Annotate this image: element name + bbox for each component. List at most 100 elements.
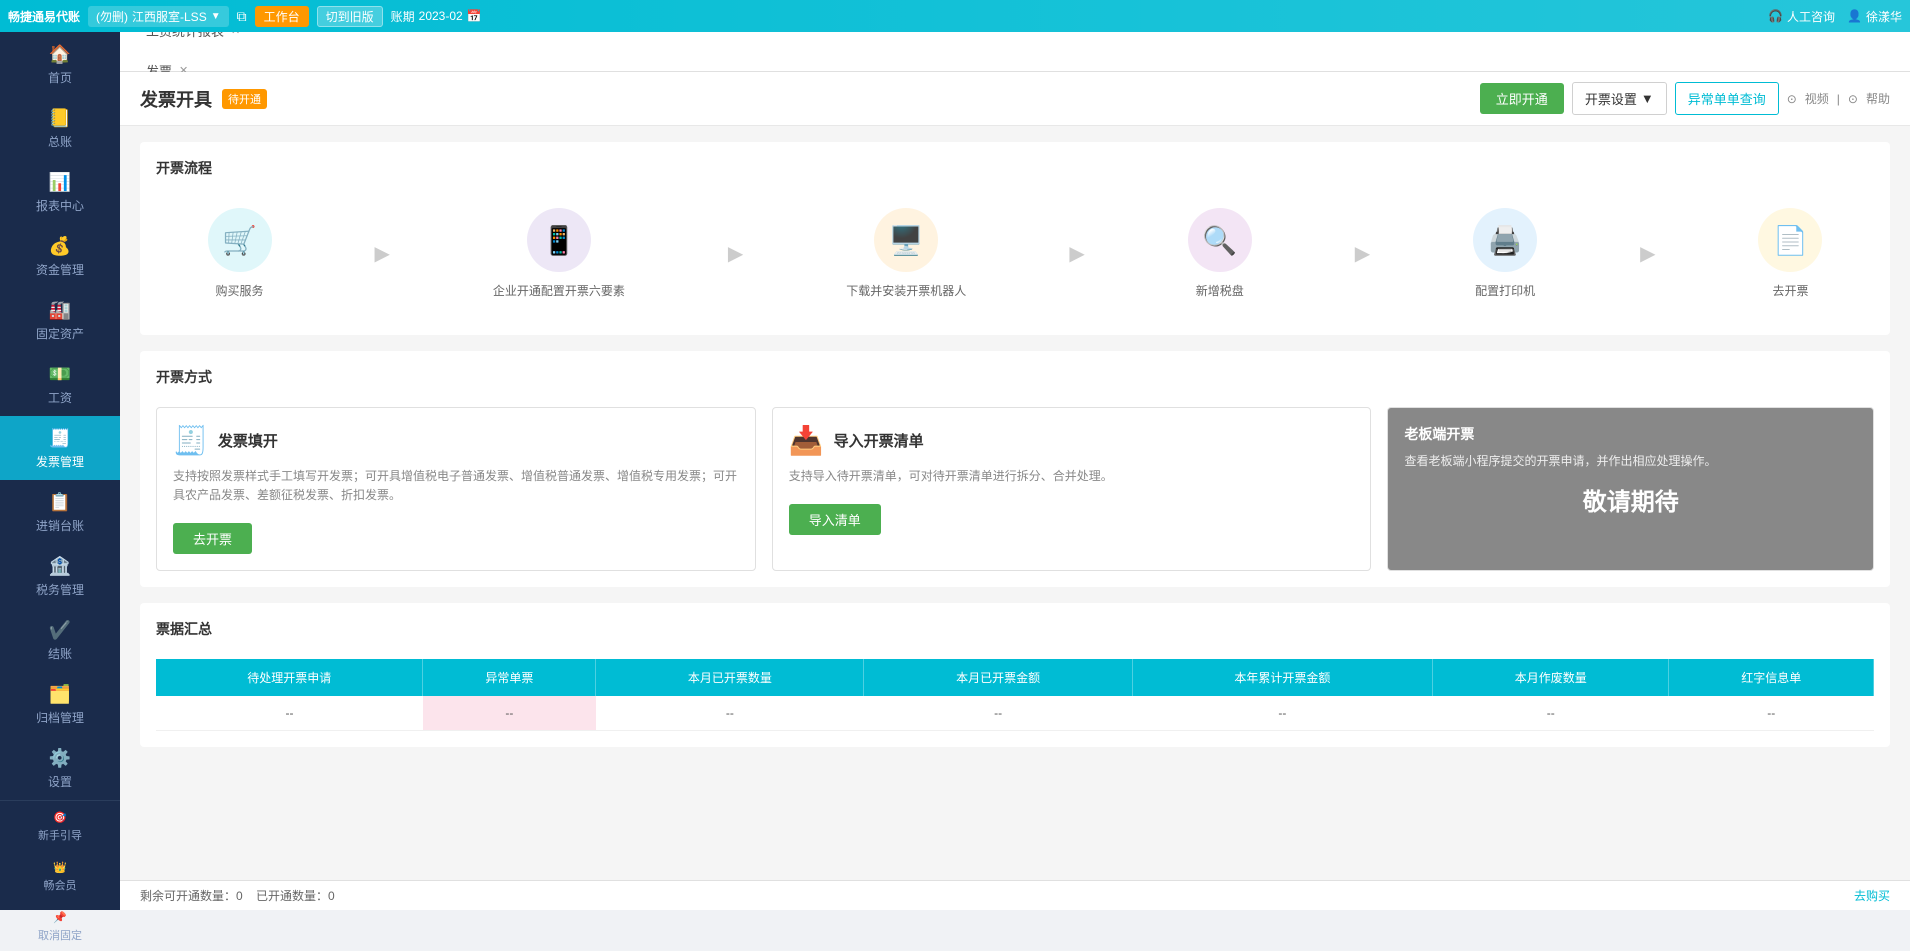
sidebar-item-purchase[interactable]: 📋进销台账 — [0, 480, 120, 544]
old-card-desc: 查看老板端小程序提交的开票申请，并作出相应处理操作。 — [1404, 452, 1857, 470]
tab-salary-report[interactable]: 工资统计报表 ✕ — [132, 32, 254, 52]
purchase-icon: 📋 — [49, 492, 71, 513]
sidebar-item-salary[interactable]: 💵工资 — [0, 352, 120, 416]
header-extras: ⊙ 视频 | ⊙ 帮助 — [1787, 90, 1890, 107]
user-menu[interactable]: 👤 徐漾华 — [1847, 8, 1902, 25]
sidebar-item-assets[interactable]: 🏭固定资产 — [0, 288, 120, 352]
help-icon[interactable]: ⊙ — [1848, 92, 1858, 106]
step-icon-config: 📱 — [527, 208, 591, 272]
archive-icon: 🗂️ — [49, 684, 71, 705]
sidebar-item-reports[interactable]: 📊报表中心 — [0, 160, 120, 224]
billing-section: 开票方式 🧾 发票填开 支持按照发票样式手工填写开发票；可开具增值税电子普通发票… — [140, 351, 1890, 587]
pin-toggle[interactable]: 📌 取消固定 — [0, 901, 120, 951]
sidebar-items: 🏠首页📒总账📊报表中心💰资金管理🏭固定资产💵工资🧾发票管理📋进销台账🏦税务管理✔… — [0, 32, 120, 800]
step-label-download: 下载并安装开票机器人 — [846, 282, 966, 299]
page-title: 发票开具 — [140, 86, 212, 112]
tab-close-salary-report[interactable]: ✕ — [231, 32, 240, 37]
process-section: 开票流程 🛒 购买服务 ▶ 📱 企业开通配置开票六要素 ▶ 🖥️ 下载并安装开票… — [140, 142, 1890, 335]
stats-section: 票据汇总 待处理开票申请异常单票本月已开票数量本月已开票金额本年累计开票金额本月… — [140, 603, 1890, 747]
stats-header-0: 待处理开票申请 — [156, 659, 423, 696]
ledger-icon: 📒 — [49, 108, 71, 129]
sidebar-item-ledger[interactable]: 📒 总账 — [0, 96, 120, 160]
invoice-mgmt-icon: 🧾 — [49, 428, 71, 449]
video-icon[interactable]: ⊙ — [1787, 92, 1797, 106]
page-title-row: 发票开具 待开通 — [140, 86, 267, 112]
sidebar-item-vip[interactable]: 👑 畅会员 — [0, 851, 120, 901]
sidebar-item-invoice-mgmt[interactable]: 🧾发票管理 — [0, 416, 120, 480]
manual-open-button[interactable]: 去开票 — [173, 523, 252, 554]
import-card-title: 导入开票清单 — [834, 430, 924, 451]
sidebar-item-settings[interactable]: ⚙️设置 — [0, 736, 120, 800]
pin-label: 取消固定 — [38, 927, 82, 943]
settlement-icon: ✔️ — [49, 620, 71, 641]
immediate-open-button[interactable]: 立即开通 — [1480, 83, 1564, 114]
sidebar-item-home[interactable]: 🏠 首页 — [0, 32, 120, 96]
sidebar-label-ledger: 总账 — [48, 133, 72, 150]
import-button[interactable]: 导入清单 — [789, 504, 881, 535]
process-step-taxbox[interactable]: 🔍 新增税盘 — [1188, 208, 1252, 299]
sidebar-bottom: 🎯新手引导 👑 畅会员 📌 取消固定 — [0, 800, 120, 951]
billing-methods: 🧾 发票填开 支持按照发票样式手工填写开发票；可开具增值税电子普通发票、增值税普… — [156, 407, 1874, 571]
sidebar-label-vip: 畅会员 — [44, 877, 77, 893]
sidebar-label-salary: 工资 — [48, 389, 72, 406]
step-arrow-1: ▶ — [728, 241, 743, 266]
step-icon-printer: 🖨️ — [1473, 208, 1537, 272]
switch-old-button[interactable]: 切到旧版 — [317, 6, 383, 27]
manual-card-desc: 支持按照发票样式手工填写开发票；可开具增值税电子普通发票、增值税普通发票、增值税… — [173, 467, 739, 505]
sidebar-label-settings: 设置 — [48, 773, 72, 790]
sidebar: 🏠首页📒总账📊报表中心💰资金管理🏭固定资产💵工资🧾发票管理📋进销台账🏦税务管理✔… — [0, 32, 120, 910]
process-step-buy[interactable]: 🛒 购买服务 — [208, 208, 272, 299]
settings-button[interactable]: 开票设置 ▼ — [1572, 82, 1667, 115]
import-card-icon: 📥 — [789, 424, 824, 457]
process-step-config[interactable]: 📱 企业开通配置开票六要素 — [493, 208, 625, 299]
step-label-printer: 配置打印机 — [1475, 282, 1535, 299]
exception-query-button[interactable]: 异常单单查询 — [1675, 82, 1779, 115]
step-icon-open: 📄 — [1758, 208, 1822, 272]
coming-soon-label: 敬请期待 — [1583, 482, 1679, 517]
process-title: 开票流程 — [156, 158, 1874, 178]
sidebar-item-tax[interactable]: 🏦税务管理 — [0, 544, 120, 608]
sidebar-item-guide[interactable]: 🎯新手引导 — [0, 801, 120, 851]
sidebar-label-home: 首页 — [48, 69, 72, 86]
stats-cell-0: -- — [156, 696, 423, 731]
step-arrow-0: ▶ — [375, 241, 390, 266]
app-logo: 畅捷通易代账 — [8, 8, 80, 25]
sidebar-item-funds[interactable]: 💰资金管理 — [0, 224, 120, 288]
import-card-header: 📥 导入开票清单 — [789, 424, 1355, 457]
stats-header-5: 本月作废数量 — [1432, 659, 1668, 696]
process-step-printer[interactable]: 🖨️ 配置打印机 — [1473, 208, 1537, 299]
footer-info: 剩余可开通数量：0 已开通数量：0 — [140, 887, 335, 904]
company-selector[interactable]: (勿删) 江西服室-LSS ▼ — [88, 6, 229, 27]
buy-link[interactable]: 去购买 — [1854, 887, 1890, 904]
opened-label: 已开通数量：0 — [256, 889, 335, 903]
user-icon: 👤 — [1847, 9, 1862, 23]
sidebar-item-settlement[interactable]: ✔️结账 — [0, 608, 120, 672]
tab-label-salary-report: 工资统计报表 — [146, 32, 224, 40]
video-label[interactable]: 视频 — [1805, 90, 1829, 107]
page-header-actions: 立即开通 开票设置 ▼ 异常单单查询 ⊙ 视频 | ⊙ 帮助 — [1480, 82, 1890, 115]
step-label-buy: 购买服务 — [215, 282, 263, 299]
process-step-download[interactable]: 🖥️ 下载并安装开票机器人 — [846, 208, 966, 299]
sidebar-item-archive[interactable]: 🗂️归档管理 — [0, 672, 120, 736]
home-icon: 🏠 — [49, 44, 71, 65]
help-label[interactable]: 帮助 — [1866, 90, 1890, 107]
vip-icon: 👑 — [53, 861, 67, 874]
main-layout: 🏠首页📒总账📊报表中心💰资金管理🏭固定资产💵工资🧾发票管理📋进销台账🏦税务管理✔… — [0, 32, 1910, 910]
old-card-title: 老板端开票 — [1404, 424, 1857, 444]
process-step-open[interactable]: 📄 去开票 — [1758, 208, 1822, 299]
period-label: 账期 — [391, 8, 415, 25]
stats-cell-1[interactable]: -- — [423, 696, 596, 731]
support-button[interactable]: 🎧 人工咨询 — [1768, 8, 1835, 25]
sidebar-label-tax: 税务管理 — [36, 581, 84, 598]
period-display: 账期 2023-02 📅 — [391, 8, 482, 25]
sidebar-label-guide: 新手引导 — [38, 827, 82, 843]
calendar-icon[interactable]: 📅 — [467, 9, 482, 23]
manual-card-title: 发票填开 — [218, 430, 278, 451]
workspace-button[interactable]: 工作台 — [255, 6, 309, 27]
content-body: 开票流程 🛒 购买服务 ▶ 📱 企业开通配置开票六要素 ▶ 🖥️ 下载并安装开票… — [120, 126, 1910, 880]
stats-cell-2: -- — [596, 696, 864, 731]
page-header: 发票开具 待开通 立即开通 开票设置 ▼ 异常单单查询 ⊙ 视频 | ⊙ 帮助 — [120, 72, 1910, 126]
chevron-down-icon: ▼ — [1641, 91, 1654, 106]
top-bar: 畅捷通易代账 (勿删) 江西服室-LSS ▼ ⧉ 工作台 切到旧版 账期 202… — [0, 0, 1910, 32]
copy-button[interactable]: ⧉ — [237, 8, 247, 25]
